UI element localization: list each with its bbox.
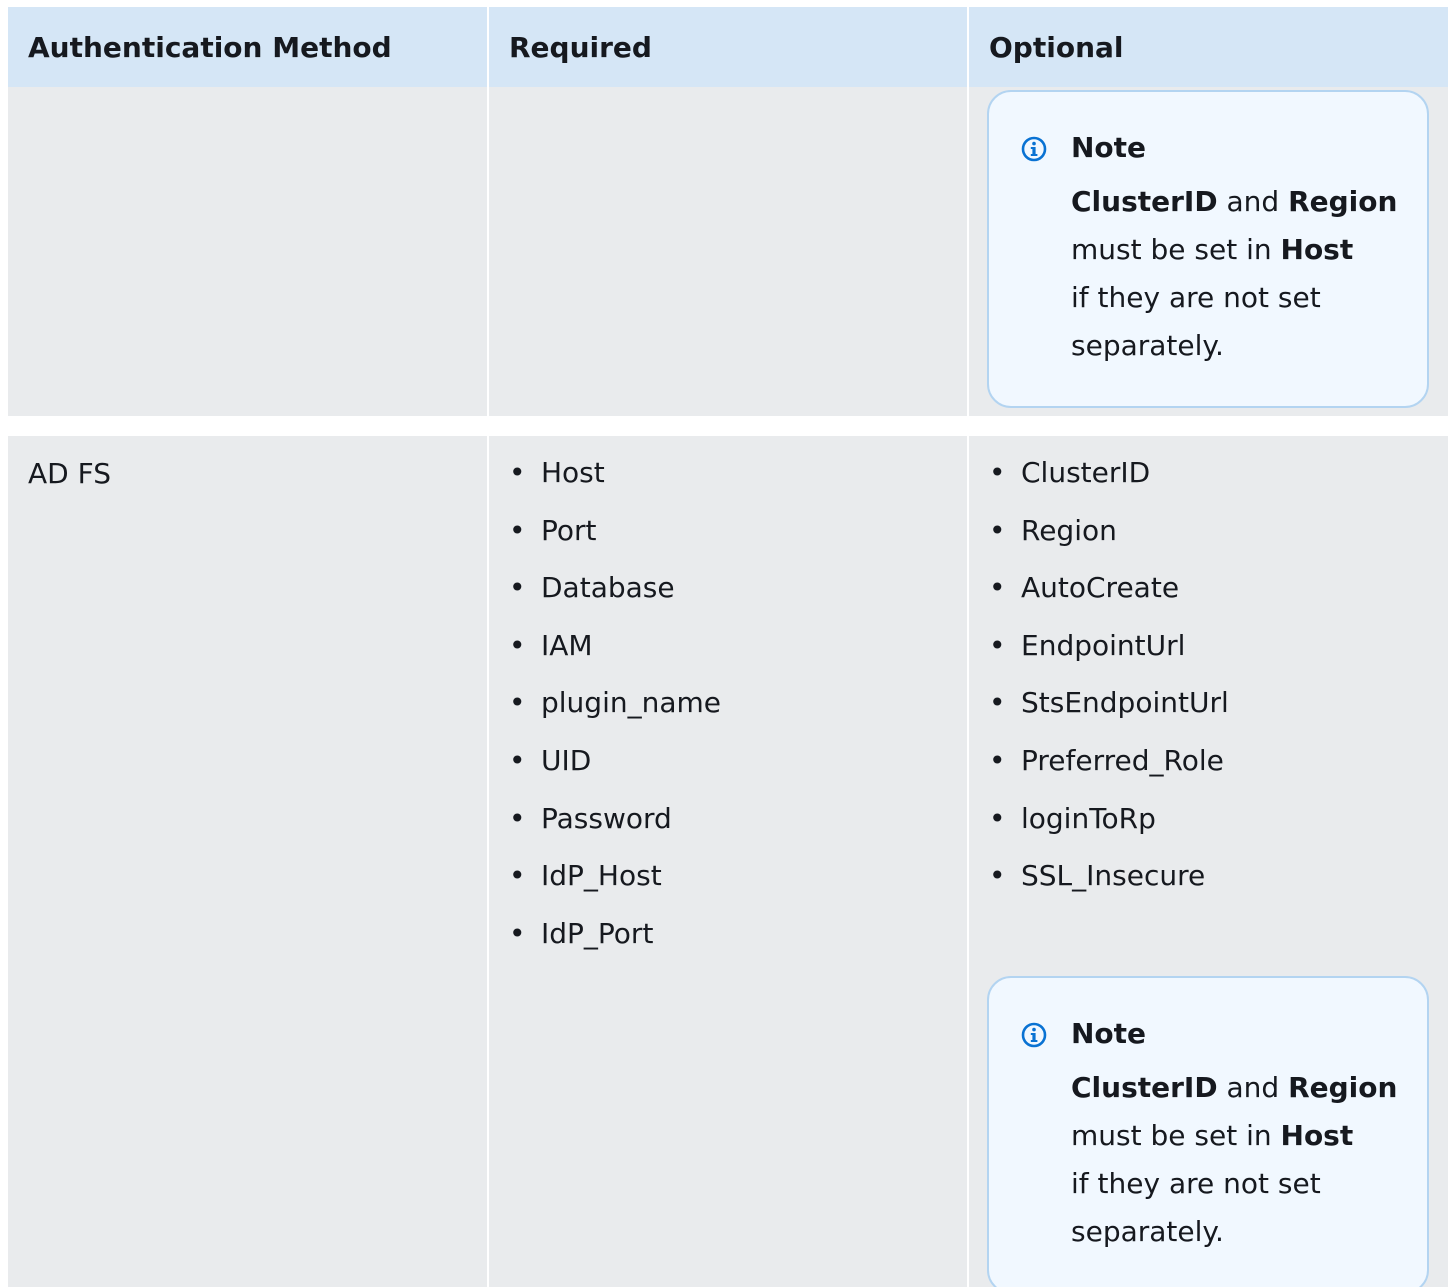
required-parameter-label: Host xyxy=(541,456,605,489)
header-required: Required xyxy=(487,7,968,87)
required-parameter: • Port xyxy=(509,513,967,571)
required-parameter-label: Password xyxy=(541,801,672,835)
note-term-clusterid: ClusterID xyxy=(1071,185,1218,218)
note-text-if-not-set: if they are not set xyxy=(1071,281,1321,314)
note-callout: Note ClusterID and Region must be set in… xyxy=(987,90,1429,408)
method-cell xyxy=(8,87,488,426)
optional-parameter: • SSL_Insecure xyxy=(989,858,1448,916)
optional-parameter: • AutoCreate xyxy=(989,570,1448,628)
optional-parameter-label: ClusterID xyxy=(1021,456,1151,489)
table-row: Note ClusterID and Region must be set in… xyxy=(8,87,1448,426)
optional-parameter-label: StsEndpointUrl xyxy=(1021,686,1229,720)
note-title: Note xyxy=(1071,1016,1147,1050)
bullet-icon: • xyxy=(509,801,526,835)
optional-parameter: • ClusterID xyxy=(989,455,1448,513)
required-parameter-label: Database xyxy=(541,571,675,605)
bullet-icon: • xyxy=(509,513,526,547)
note-term-host: Host xyxy=(1280,1118,1354,1152)
optional-parameter-label: EndpointUrl xyxy=(1021,628,1186,662)
bullet-icon: • xyxy=(989,743,1006,777)
bullet-icon: • xyxy=(509,743,526,777)
optional-parameter: • StsEndpointUrl xyxy=(989,685,1448,743)
bullet-icon: • xyxy=(509,686,526,720)
required-cell: • Host • Port • Database • IAM • plugin_name • UID •… xyxy=(487,416,968,1287)
optional-parameter-label: loginToRp xyxy=(1021,801,1156,835)
required-parameter-label: plugin_name xyxy=(541,686,722,720)
optional-parameter-label: AutoCreate xyxy=(1021,571,1180,605)
note-term-region: Region xyxy=(1288,1070,1398,1104)
note-text-must-be-set: must be set in xyxy=(1071,233,1281,266)
required-parameter-label: IAM xyxy=(541,628,593,662)
bullet-icon: • xyxy=(989,456,1006,489)
info-icon xyxy=(1021,136,1047,162)
auth-parameters-table: Authentication Method Required Optional xyxy=(8,7,1448,1287)
required-parameter-label: IdP_Host xyxy=(541,859,662,893)
required-parameter: • IAM xyxy=(509,628,967,686)
required-parameter: • Database xyxy=(509,570,967,628)
bullet-icon: • xyxy=(989,571,1006,605)
bullet-icon: • xyxy=(989,859,1006,893)
bullet-icon: • xyxy=(509,628,526,662)
page: Authentication Method Required Optional xyxy=(0,0,1448,1287)
optional-parameter: • loginToRp xyxy=(989,801,1448,859)
note-body: ClusterID and Region must be set in Host… xyxy=(1071,1064,1407,1256)
note-text-must-be-set: must be set in xyxy=(1071,1118,1281,1152)
optional-parameter-label: Region xyxy=(1021,513,1117,547)
optional-parameters-list: • ClusterID • Region • AutoCreate • EndpointUrl… xyxy=(969,436,1448,916)
note-term-region: Region xyxy=(1288,185,1398,218)
table-body: Note ClusterID and Region must be set in… xyxy=(8,87,1448,1287)
note-text-and: and xyxy=(1217,1070,1289,1104)
header-row: Authentication Method Required Optional xyxy=(8,7,1448,87)
bullet-icon: • xyxy=(989,513,1006,547)
required-parameter: • Password xyxy=(509,801,967,859)
optional-parameter: • EndpointUrl xyxy=(989,628,1448,686)
optional-cell: Note ClusterID and Region must be set in… xyxy=(967,87,1448,426)
optional-parameter: • Preferred_Role xyxy=(989,743,1448,801)
required-cell xyxy=(487,87,968,426)
header-authentication-method: Authentication Method xyxy=(8,7,488,87)
note-text-and: and xyxy=(1217,185,1289,218)
bullet-icon: • xyxy=(509,456,526,489)
note-text-if-not-set: if they are not set xyxy=(1071,1166,1321,1200)
bullet-icon: • xyxy=(509,916,526,950)
required-parameter-label: Port xyxy=(541,513,597,547)
method-cell: AD FS xyxy=(8,416,488,1287)
info-icon xyxy=(1021,1022,1047,1048)
optional-parameter-label: Preferred_Role xyxy=(1021,743,1224,777)
bullet-icon: • xyxy=(989,801,1006,835)
method-name: AD FS xyxy=(28,457,112,490)
required-parameter: • IdP_Host xyxy=(509,858,967,916)
required-parameters-list: • Host • Port • Database • IAM • plugin_name • UID •… xyxy=(489,436,967,973)
required-parameter: • Host xyxy=(509,455,967,513)
note-text-separately: separately. xyxy=(1071,1214,1224,1248)
bullet-icon: • xyxy=(989,628,1006,662)
required-parameter: • plugin_name xyxy=(509,685,967,743)
note-text-separately: separately. xyxy=(1071,329,1224,362)
optional-parameter: • Region xyxy=(989,513,1448,571)
optional-parameter-label: SSL_Insecure xyxy=(1021,859,1206,893)
note-body: ClusterID and Region must be set in Host… xyxy=(1071,178,1407,370)
note-term-host: Host xyxy=(1280,233,1354,266)
required-parameter: • IdP_Port xyxy=(509,916,967,974)
optional-cell: • ClusterID • Region • AutoCreate • EndpointUrl… xyxy=(967,416,1448,1287)
bullet-icon: • xyxy=(509,571,526,605)
table-row: AD FS • Host • Port • Database • IAM • plugin_nam… xyxy=(8,416,1448,1287)
header-optional: Optional xyxy=(967,7,1448,87)
bullet-icon: • xyxy=(509,859,526,893)
table-header: Authentication Method Required Optional xyxy=(8,7,1448,87)
required-parameter-label: UID xyxy=(541,743,592,777)
note-term-clusterid: ClusterID xyxy=(1071,1070,1218,1104)
required-parameter-label: IdP_Port xyxy=(541,916,654,950)
bullet-icon: • xyxy=(989,686,1006,720)
required-parameter: • UID xyxy=(509,743,967,801)
note-title: Note xyxy=(1071,131,1147,164)
note-callout: Note ClusterID and Region must be set in… xyxy=(987,975,1429,1287)
